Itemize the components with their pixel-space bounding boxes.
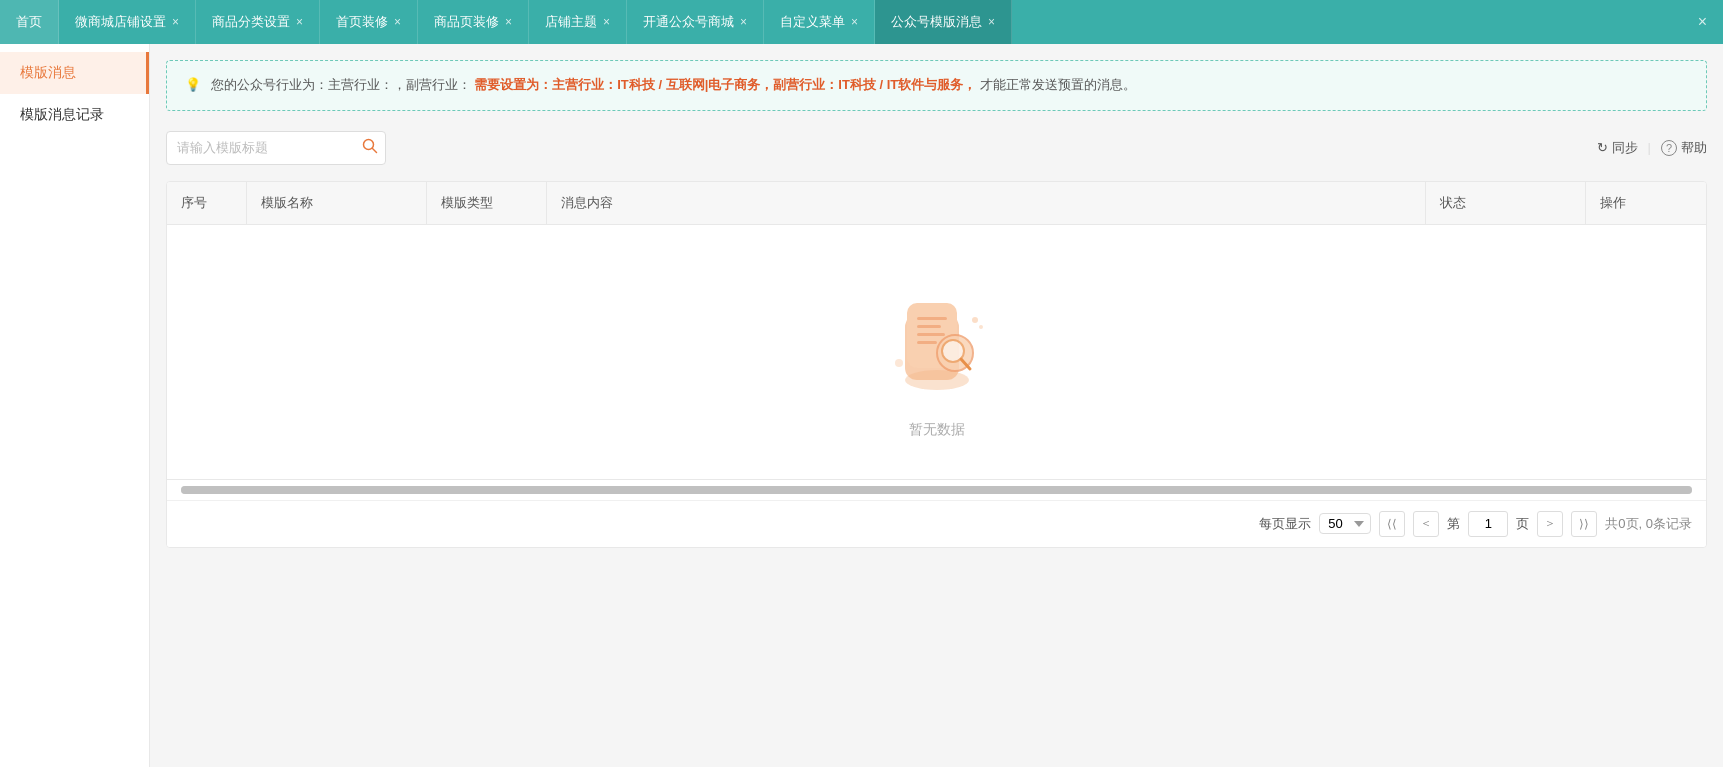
th-action: 操作 bbox=[1586, 182, 1706, 224]
close-product-decor-tab[interactable]: × bbox=[505, 15, 512, 29]
nav-tab-homepage-decor[interactable]: 首页装修 × bbox=[320, 0, 418, 44]
notice-box: 💡 您的公众号行业为：主营行业：，副营行业： 需要设置为：主营行业：IT科技 /… bbox=[166, 60, 1707, 111]
empty-state: 暂无数据 bbox=[167, 225, 1706, 479]
svg-rect-7 bbox=[917, 333, 945, 336]
last-page-button[interactable]: ⟩⟩ bbox=[1571, 511, 1597, 537]
search-input-wrap bbox=[166, 131, 386, 165]
sidebar: 模版消息 模版消息记录 bbox=[0, 44, 150, 767]
prev-page-button[interactable]: ＜ bbox=[1413, 511, 1439, 537]
nav-tab-open-mall[interactable]: 开通公众号商城 × bbox=[627, 0, 764, 44]
close-template-msg-tab[interactable]: × bbox=[988, 15, 995, 29]
help-button[interactable]: ? 帮助 bbox=[1661, 139, 1707, 157]
nav-tab-template-msg-label: 公众号模版消息 bbox=[891, 13, 982, 31]
nav-tab-wechat-shop[interactable]: 微商城店铺设置 × bbox=[59, 0, 196, 44]
nav-tab-product-category[interactable]: 商品分类设置 × bbox=[196, 0, 320, 44]
help-label: 帮助 bbox=[1681, 139, 1707, 157]
nav-tab-template-msg[interactable]: 公众号模版消息 × bbox=[875, 0, 1012, 44]
sync-icon: ↻ bbox=[1597, 140, 1608, 155]
nav-tab-product-decor[interactable]: 商品页装修 × bbox=[418, 0, 529, 44]
svg-point-14 bbox=[895, 359, 903, 367]
nav-tab-homepage-decor-label: 首页装修 bbox=[336, 13, 388, 31]
main-content: 💡 您的公众号行业为：主营行业：，副营行业： 需要设置为：主营行业：IT科技 /… bbox=[150, 44, 1723, 767]
close-custom-menu-tab[interactable]: × bbox=[851, 15, 858, 29]
data-table: 序号 模版名称 模版类型 消息内容 状态 操作 bbox=[166, 181, 1707, 548]
nav-tab-wechat-shop-label: 微商城店铺设置 bbox=[75, 13, 166, 31]
sidebar-item-template-message[interactable]: 模版消息 bbox=[0, 52, 149, 94]
scrollbar-thumb[interactable] bbox=[181, 486, 1692, 494]
nav-tab-custom-menu-label: 自定义菜单 bbox=[780, 13, 845, 31]
nav-tab-home-label: 首页 bbox=[16, 13, 42, 31]
notice-text-before: 您的公众号行业为：主营行业：，副营行业： bbox=[211, 77, 471, 92]
page-size-label: 每页显示 bbox=[1259, 515, 1311, 533]
svg-rect-5 bbox=[917, 317, 947, 320]
toolbar-right: ↻ 同步 | ? 帮助 bbox=[1597, 139, 1707, 157]
page-layout: 模版消息 模版消息记录 💡 您的公众号行业为：主营行业：，副营行业： 需要设置为… bbox=[0, 44, 1723, 767]
nav-tab-shop-theme-label: 店铺主题 bbox=[545, 13, 597, 31]
toolbar-divider: | bbox=[1648, 140, 1651, 155]
close-homepage-decor-tab[interactable]: × bbox=[394, 15, 401, 29]
close-shop-theme-tab[interactable]: × bbox=[603, 15, 610, 29]
pagination: 每页显示 50 10 20 100 ⟨⟨ ＜ 第 页 ＞ ⟩⟩ 共0页, 0条记… bbox=[167, 500, 1706, 547]
nav-tab-home[interactable]: 首页 bbox=[0, 0, 59, 44]
nav-tab-product-decor-label: 商品页装修 bbox=[434, 13, 499, 31]
top-navigation: 首页 微商城店铺设置 × 商品分类设置 × 首页装修 × 商品页装修 × 店铺主… bbox=[0, 0, 1723, 44]
sync-button[interactable]: ↻ 同步 bbox=[1597, 139, 1638, 157]
page-label-post: 页 bbox=[1516, 515, 1529, 533]
th-type: 模版类型 bbox=[427, 182, 547, 224]
notice-text-after: 才能正常发送预置的消息。 bbox=[980, 77, 1136, 92]
page-total: 共0页, 0条记录 bbox=[1605, 515, 1692, 533]
horizontal-scrollbar[interactable] bbox=[167, 479, 1706, 500]
table-header: 序号 模版名称 模版类型 消息内容 状态 操作 bbox=[167, 182, 1706, 225]
sidebar-item-template-message-record[interactable]: 模版消息记录 bbox=[0, 94, 149, 136]
help-icon: ? bbox=[1661, 140, 1677, 156]
nav-tab-shop-theme[interactable]: 店铺主题 × bbox=[529, 0, 627, 44]
nav-tab-product-category-label: 商品分类设置 bbox=[212, 13, 290, 31]
nav-tab-open-mall-label: 开通公众号商城 bbox=[643, 13, 734, 31]
th-content: 消息内容 bbox=[547, 182, 1426, 224]
first-page-button[interactable]: ⟨⟨ bbox=[1379, 511, 1405, 537]
sync-label: 同步 bbox=[1612, 139, 1638, 157]
svg-rect-8 bbox=[917, 341, 937, 344]
close-open-mall-tab[interactable]: × bbox=[740, 15, 747, 29]
empty-illustration bbox=[877, 285, 997, 405]
svg-point-12 bbox=[972, 317, 978, 323]
th-name: 模版名称 bbox=[247, 182, 427, 224]
next-page-button[interactable]: ＞ bbox=[1537, 511, 1563, 537]
empty-text: 暂无数据 bbox=[909, 421, 965, 439]
th-index: 序号 bbox=[167, 182, 247, 224]
search-input[interactable] bbox=[166, 131, 386, 165]
close-product-category-tab[interactable]: × bbox=[296, 15, 303, 29]
search-icon[interactable] bbox=[362, 138, 378, 158]
notice-highlight: 需要设置为：主营行业：IT科技 / 互联网|电子商务，副营行业：IT科技 / I… bbox=[474, 77, 976, 92]
close-wechat-shop-tab[interactable]: × bbox=[172, 15, 179, 29]
nav-tab-custom-menu[interactable]: 自定义菜单 × bbox=[764, 0, 875, 44]
svg-point-13 bbox=[979, 325, 983, 329]
scrollbar-track[interactable] bbox=[181, 486, 1692, 494]
th-status: 状态 bbox=[1426, 182, 1586, 224]
page-size-select[interactable]: 50 10 20 100 bbox=[1319, 513, 1371, 534]
page-label-pre: 第 bbox=[1447, 515, 1460, 533]
current-page-input[interactable] bbox=[1468, 511, 1508, 537]
search-bar: ↻ 同步 | ? 帮助 bbox=[166, 131, 1707, 165]
close-all-tabs-button[interactable]: × bbox=[1682, 13, 1723, 31]
svg-rect-6 bbox=[917, 325, 941, 328]
notice-icon: 💡 bbox=[185, 77, 201, 92]
svg-line-1 bbox=[373, 148, 377, 152]
